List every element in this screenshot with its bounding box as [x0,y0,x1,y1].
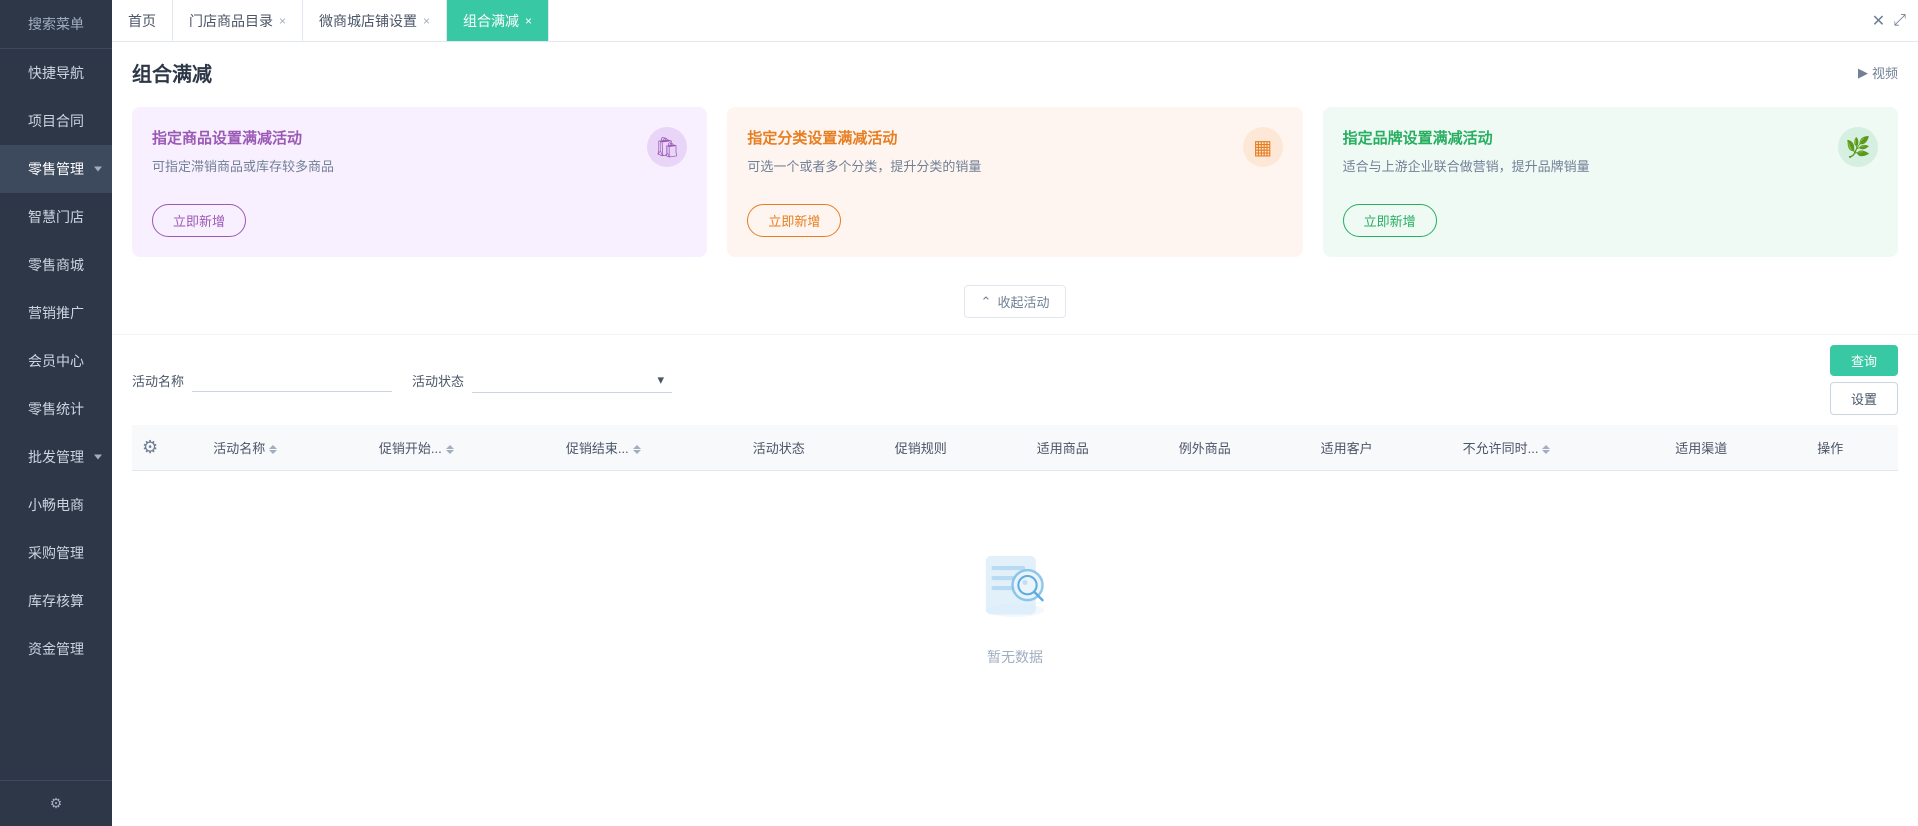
filter-row: 活动名称 活动状态 ▾ 查询 设置 [112,334,1918,425]
col-operation: 操作 [1807,425,1898,471]
video-link[interactable]: ▶ 视频 [1858,63,1898,82]
sidebar-item-member-center[interactable]: 会员中心 [0,337,112,385]
sidebar-item-retail-mgmt[interactable]: 零售管理 [0,145,112,193]
main-area: 首页门店商品目录×微商城店铺设置×组合满减× ✕ ⤢ 组合满减 ▶ 视频 🛍指定… [112,0,1918,826]
activity-name-label: 活动名称 [132,371,184,390]
tab-close-wechat-store-settings[interactable]: × [423,14,430,28]
sort-icon-promo-end [633,445,641,454]
sidebar-item-retail-mall[interactable]: 零售商城 [0,241,112,289]
sidebar-item-xiao-ecom[interactable]: 小畅电商 [0,481,112,529]
tab-close-combo-discount[interactable]: × [525,14,532,28]
tab-actions: ✕ ⤢ [1860,11,1918,31]
sidebar-item-smart-store[interactable]: 智慧门店 [0,193,112,241]
tab-label-home: 首页 [128,11,156,31]
card-category-add-button[interactable]: 立即新增 [747,204,841,237]
card-brand: 🌿指定品牌设置满减活动适合与上游企业联合做营销，提升品牌销量立即新增 [1323,107,1898,257]
empty-state: 暂无数据 [132,471,1898,707]
card-category-title: 指定分类设置满减活动 [747,127,1282,148]
card-category-icon: ▦ [1243,127,1283,167]
table-container: ⚙ 活动名称促销开始...促销结束...活动状态促销规则适用商品例外商品适用客户不… [112,425,1918,707]
sidebar-item-project-contract[interactable]: 项目合同 [0,97,112,145]
col-not-allow-concurrent[interactable]: 不允许同时... [1453,425,1666,471]
sidebar: 搜索菜单 快捷导航项目合同零售管理智慧门店零售商城营销推广会员中心零售统计批发管… [0,0,112,826]
tab-label-wechat-store-settings: 微商城店铺设置 [319,11,417,31]
collapse-activities-button[interactable]: ⌃ 收起活动 [964,285,1067,318]
close-window-button[interactable]: ✕ [1872,11,1885,31]
sidebar-settings[interactable]: ⚙ [0,780,112,826]
empty-text: 暂无数据 [987,647,1043,667]
col-promo-end[interactable]: 促销结束... [556,425,743,471]
card-category-desc: 可选一个或者多个分类，提升分类的销量 [747,156,1282,188]
col-exception-goods: 例外商品 [1169,425,1311,471]
card-brand-title: 指定品牌设置满减活动 [1343,127,1878,148]
card-product-desc: 可指定滞销商品或库存较多商品 [152,156,687,188]
col-applicable-channel: 适用渠道 [1665,425,1807,471]
sidebar-item-wholesale-mgmt[interactable]: 批发管理 [0,433,112,481]
tab-combo-discount[interactable]: 组合满减 × [447,0,549,41]
sort-icon-not-allow-concurrent [1542,445,1550,454]
card-brand-desc: 适合与上游企业联合做营销，提升品牌销量 [1343,156,1878,188]
tab-home[interactable]: 首页 [112,0,173,41]
empty-illustration [965,531,1065,631]
page-title: 组合满减 [132,58,212,87]
sidebar-item-fund-mgmt[interactable]: 资金管理 [0,625,112,673]
query-button[interactable]: 查询 [1830,345,1898,376]
col-activity-name[interactable]: 活动名称 [203,425,369,471]
card-product-title: 指定商品设置满减活动 [152,127,687,148]
sidebar-item-retail-stats[interactable]: 零售统计 [0,385,112,433]
tab-store-catalog[interactable]: 门店商品目录 × [173,0,303,41]
sidebar-item-purchase-mgmt[interactable]: 采购管理 [0,529,112,577]
chevron-down-icon: ▾ [658,372,665,388]
col-promo-rule: 促销规则 [885,425,1027,471]
sort-icon-promo-start [446,445,454,454]
col-settings: ⚙ [132,425,203,471]
maximize-window-button[interactable]: ⤢ [1893,12,1906,30]
sidebar-item-inventory-calc[interactable]: 库存核算 [0,577,112,625]
card-product-add-button[interactable]: 立即新增 [152,204,246,237]
tab-label-store-catalog: 门店商品目录 [189,11,273,31]
sidebar-item-marketing[interactable]: 营销推广 [0,289,112,337]
page-content: 组合满减 ▶ 视频 🛍指定商品设置满减活动可指定滞销商品或库存较多商品立即新增▦… [112,42,1918,826]
collapse-bar: ⌃ 收起活动 [112,277,1918,334]
col-applicable-goods: 适用商品 [1027,425,1169,471]
tab-wechat-store-settings[interactable]: 微商城店铺设置 × [303,0,447,41]
card-product: 🛍指定商品设置满减活动可指定滞销商品或库存较多商品立即新增 [132,107,707,257]
card-category: ▦指定分类设置满减活动可选一个或者多个分类，提升分类的销量立即新增 [727,107,1302,257]
sidebar-search[interactable]: 搜索菜单 [0,0,112,49]
tab-bar: 首页 门店商品目录 × 微商城店铺设置 × 组合满减 × ✕ ⤢ [112,0,1918,42]
play-icon: ▶ [1858,65,1868,81]
collapse-icon: ⌃ [981,294,992,310]
col-applicable-customer: 适用客户 [1311,425,1453,471]
col-promo-start[interactable]: 促销开始... [369,425,556,471]
sidebar-item-quick-nav[interactable]: 快捷导航 [0,49,112,97]
page-header: 组合满减 ▶ 视频 [112,42,1918,97]
card-brand-icon: 🌿 [1838,127,1878,167]
sort-icon-activity-name [269,445,277,454]
tab-close-store-catalog[interactable]: × [279,14,286,28]
activity-name-filter: 活动名称 [132,368,392,392]
card-brand-add-button[interactable]: 立即新增 [1343,204,1437,237]
activity-status-label: 活动状态 [412,371,464,390]
settings-button[interactable]: 设置 [1830,382,1898,415]
gear-icon: ⚙ [50,795,63,811]
activity-status-select[interactable]: ▾ [472,368,672,393]
table-settings-icon[interactable]: ⚙ [142,437,158,457]
activity-table: ⚙ 活动名称促销开始...促销结束...活动状态促销规则适用商品例外商品适用客户不… [132,425,1898,471]
col-activity-status: 活动状态 [743,425,885,471]
activity-cards-container: 🛍指定商品设置满减活动可指定滞销商品或库存较多商品立即新增▦指定分类设置满减活动… [112,97,1918,277]
activity-status-filter: 活动状态 ▾ [412,368,672,393]
tab-label-combo-discount: 组合满减 [463,11,519,31]
filter-actions: 查询 设置 [1830,345,1898,415]
activity-name-input[interactable] [192,368,392,392]
